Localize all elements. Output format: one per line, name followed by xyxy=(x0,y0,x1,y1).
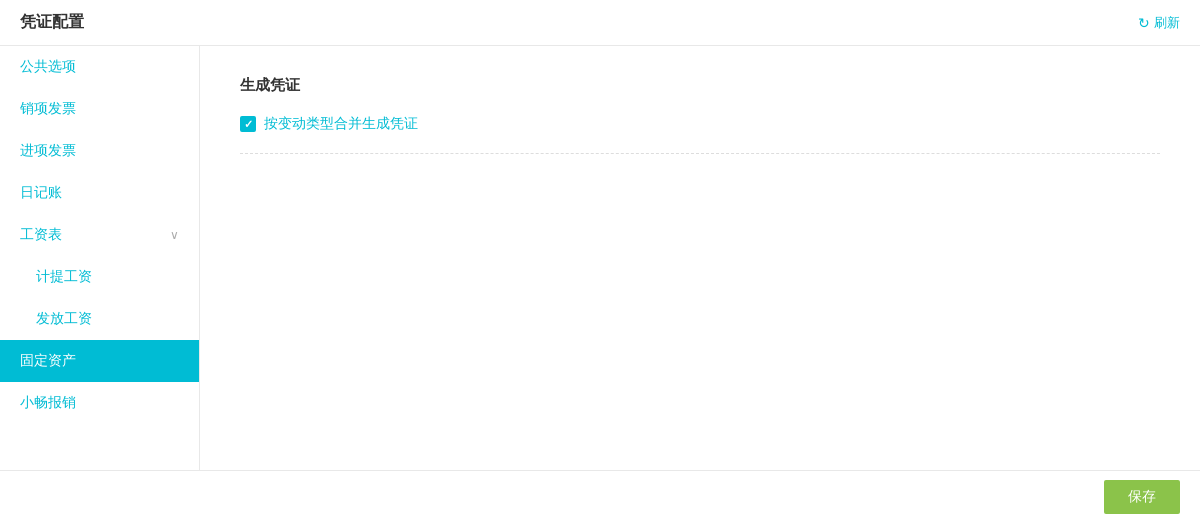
sidebar-label-public: 公共选项 xyxy=(20,58,76,76)
sidebar-label-payroll: 工资表 xyxy=(20,226,62,244)
sidebar-label-sales-invoice: 销项发票 xyxy=(20,100,76,118)
page-title: 凭证配置 xyxy=(20,12,84,33)
content-area: 生成凭证 按变动类型合并生成凭证 xyxy=(200,46,1200,470)
sidebar-label-fixed-assets: 固定资产 xyxy=(20,352,76,370)
checkbox-row: 按变动类型合并生成凭证 xyxy=(240,115,1160,133)
save-button[interactable]: 保存 xyxy=(1104,480,1180,514)
sidebar-item-purchase-invoice[interactable]: 进项发票 xyxy=(0,130,199,172)
section-divider xyxy=(240,153,1160,154)
sidebar-item-public[interactable]: 公共选项 xyxy=(0,46,199,88)
sidebar-label-expense-report: 小畅报销 xyxy=(20,394,76,412)
refresh-button[interactable]: ↻ 刷新 xyxy=(1138,14,1180,32)
sidebar-item-pay-wages[interactable]: 发放工资 xyxy=(0,298,199,340)
sidebar: 公共选项销项发票进项发票日记账工资表 ∨ 计提工资发放工资固定资产小畅报销 xyxy=(0,46,200,470)
sidebar-label-pay-wages: 发放工资 xyxy=(36,310,92,328)
sidebar-item-sales-invoice[interactable]: 销项发票 xyxy=(0,88,199,130)
sidebar-label-journal: 日记账 xyxy=(20,184,62,202)
sidebar-item-accrued-wages[interactable]: 计提工资 xyxy=(0,256,199,298)
footer: 保存 xyxy=(0,470,1200,522)
checkbox-label[interactable]: 按变动类型合并生成凭证 xyxy=(264,115,418,133)
header: 凭证配置 ↻ 刷新 xyxy=(0,0,1200,46)
sidebar-label-accrued-wages: 计提工资 xyxy=(36,268,92,286)
sidebar-item-journal[interactable]: 日记账 xyxy=(0,172,199,214)
chevron-down-icon: ∨ xyxy=(170,228,179,242)
sidebar-label-purchase-invoice: 进项发票 xyxy=(20,142,76,160)
sidebar-item-payroll[interactable]: 工资表 ∨ xyxy=(0,214,199,256)
main-content: 公共选项销项发票进项发票日记账工资表 ∨ 计提工资发放工资固定资产小畅报销 生成凭证… xyxy=(0,46,1200,470)
sidebar-item-fixed-assets[interactable]: 固定资产 xyxy=(0,340,199,382)
merge-checkbox[interactable] xyxy=(240,116,256,132)
refresh-label: 刷新 xyxy=(1154,14,1180,32)
sidebar-item-expense-report[interactable]: 小畅报销 xyxy=(0,382,199,424)
refresh-icon: ↻ xyxy=(1138,15,1150,31)
section-title: 生成凭证 xyxy=(240,76,1160,95)
